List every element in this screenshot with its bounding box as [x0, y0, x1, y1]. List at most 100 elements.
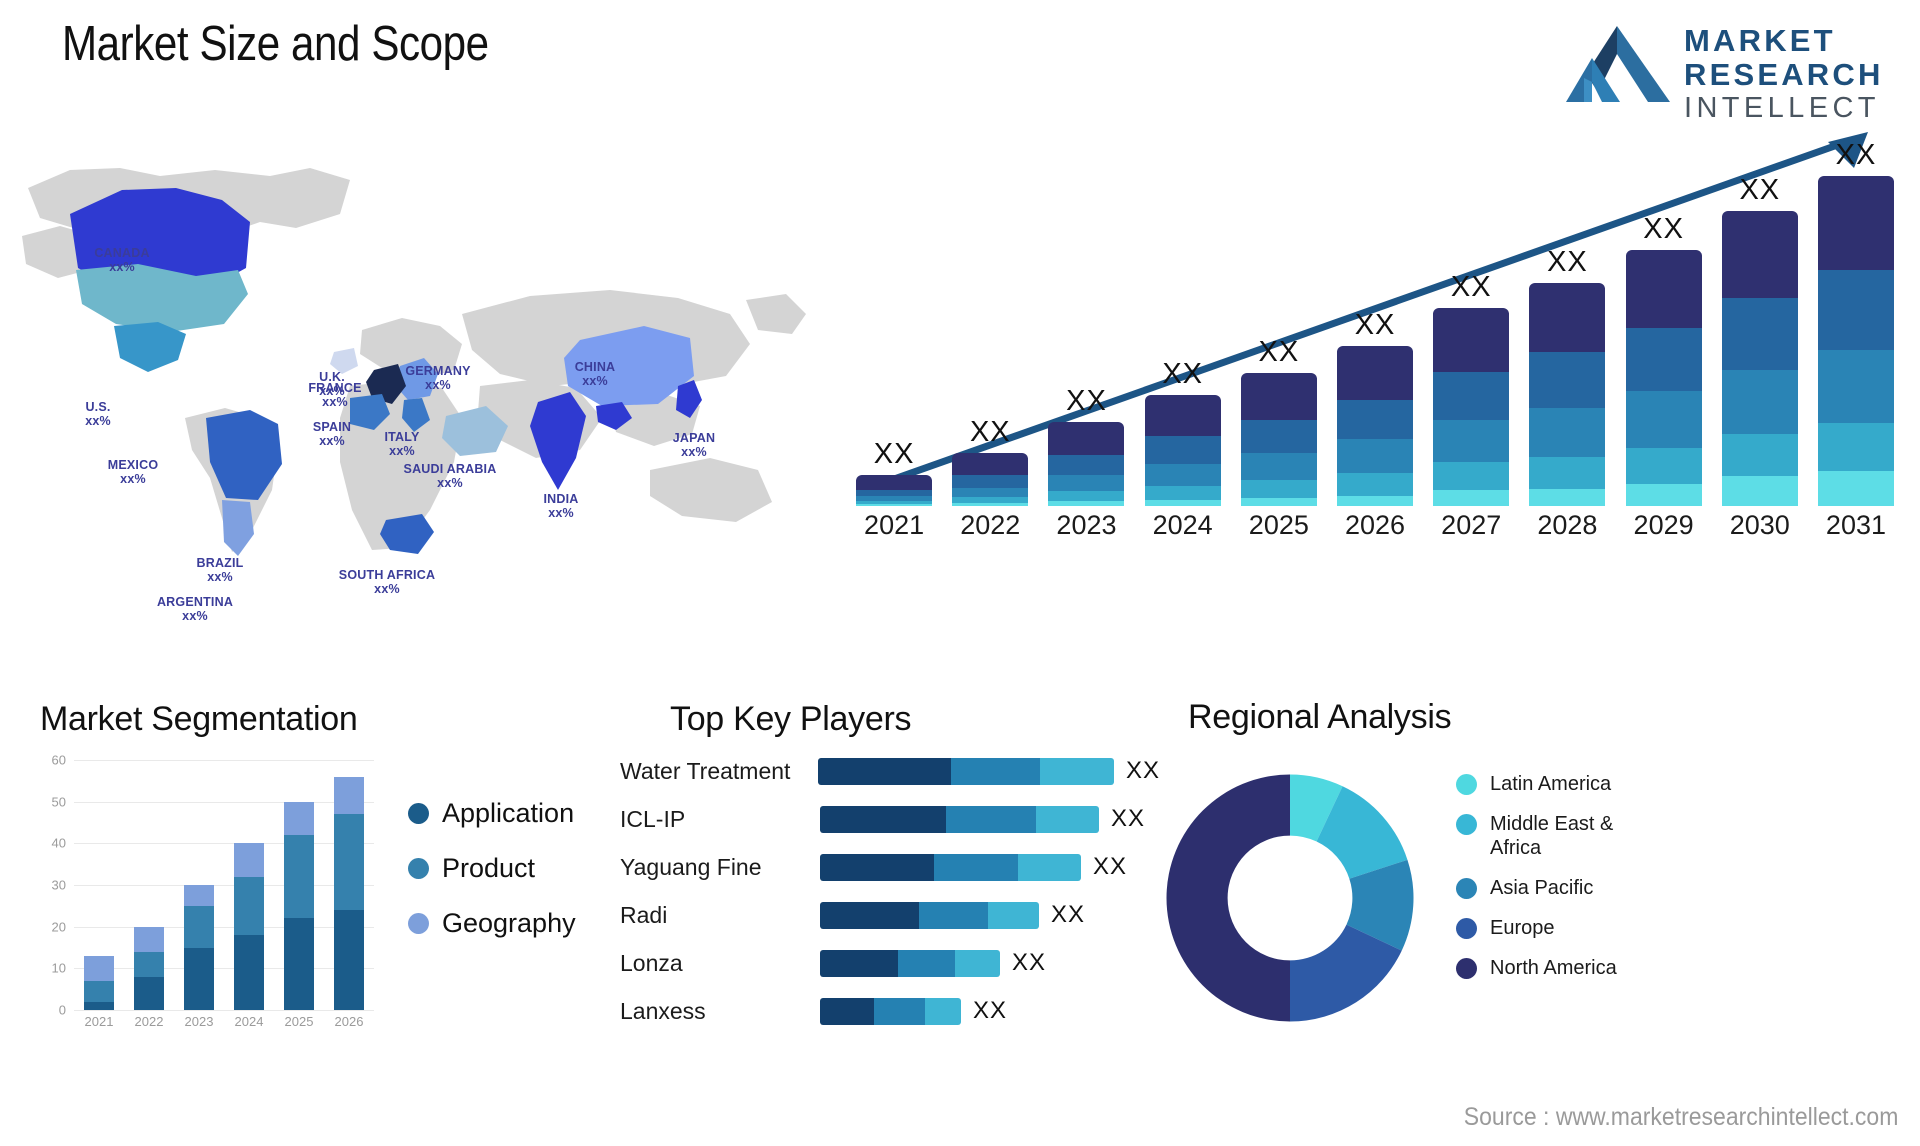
growth-bar — [1721, 210, 1798, 506]
map-label-name: GERMANY — [405, 364, 471, 378]
map-label-value: xx% — [681, 445, 707, 459]
player-bar — [820, 805, 1099, 833]
map-label-value: xx% — [548, 506, 574, 520]
growth-bar-segment — [952, 487, 1029, 497]
player-value: XX — [973, 997, 1008, 1024]
growth-bar-segment — [1337, 473, 1414, 496]
growth-x-label: 2025 — [1248, 510, 1309, 540]
segmentation-bar-segment — [134, 951, 164, 977]
segmentation-legend-item: Product — [408, 853, 576, 884]
growth-x-label: 2023 — [1056, 510, 1117, 540]
map-label-value: xx% — [85, 414, 111, 428]
brand-logo: MARKET RESEARCH INTELLECT — [1562, 18, 1892, 124]
player-bar-segment — [817, 757, 951, 785]
growth-bar-segment — [1144, 463, 1221, 486]
player-bar-segment — [946, 805, 1036, 833]
map-label-value: xx% — [319, 434, 345, 448]
growth-bar-value: XX — [873, 438, 915, 471]
map-label-saudi-arabia: SAUDI ARABIA xx% — [404, 462, 497, 490]
growth-x-label: 2027 — [1441, 510, 1502, 540]
player-bar-segment — [820, 805, 946, 833]
player-bar-segment — [950, 757, 1040, 785]
player-bar-segment — [1036, 805, 1099, 833]
map-label-value: xx% — [182, 609, 208, 623]
regional-analysis-chart: Latin America Middle East & Africa Asia Pa… — [1160, 750, 1910, 1090]
growth-bar-segment — [1529, 282, 1606, 353]
growth-bar-segment — [1817, 176, 1894, 271]
segmentation-bar-segment — [234, 843, 264, 877]
regional-legend-item: Middle East & Africa — [1456, 812, 1650, 860]
segmentation-bar-segment — [184, 905, 214, 948]
player-name: ICL-IP — [620, 805, 686, 832]
growth-bar-segment — [1048, 490, 1125, 501]
player-name: Radi — [620, 901, 668, 928]
growth-bar — [1433, 308, 1510, 506]
growth-bar-segment — [1721, 210, 1798, 298]
segmentation-bar-segment — [84, 1001, 114, 1010]
segmentation-x-label: 2025 — [284, 1014, 314, 1029]
player-row: ICL-IP XX — [620, 798, 1160, 840]
segmentation-y-tick: 30 — [51, 877, 66, 893]
growth-bar-column: XX — [1423, 271, 1519, 506]
player-name: Lonza — [620, 949, 683, 976]
growth-bar-column: XX — [1519, 246, 1615, 506]
segmentation-legend: Application Product Geography — [408, 798, 576, 963]
segmentation-bar — [284, 801, 314, 1010]
logo-line-research: RESEARCH — [1684, 57, 1884, 92]
growth-x-label: 2030 — [1729, 510, 1790, 540]
growth-bar-segment — [1433, 371, 1510, 420]
regional-legend-label: Middle East & Africa — [1490, 813, 1614, 859]
segmentation-bar-column — [274, 760, 324, 1010]
map-label-brazil: BRAZIL xx% — [196, 556, 243, 584]
player-row: Lanxess XX — [620, 990, 1160, 1032]
growth-bar-segment — [1240, 480, 1317, 498]
segmentation-y-tick: 10 — [51, 960, 66, 976]
player-bar-segment — [988, 901, 1039, 929]
infographic-root: Market Size and Scope MARKET RESEARCH IN… — [0, 0, 1920, 1146]
player-bar — [820, 949, 1000, 977]
growth-bar-segment — [1240, 452, 1317, 481]
map-label-u-s-: U.S. xx% — [85, 400, 111, 428]
growth-bar — [952, 452, 1029, 506]
player-row: Radi XX — [620, 894, 1160, 936]
growth-bar-segment — [1048, 421, 1125, 455]
growth-bar-segment — [952, 475, 1029, 488]
growth-bar-segment — [1240, 419, 1317, 453]
map-label-germany: GERMANY xx% — [405, 364, 470, 392]
growth-bar-value: XX — [1643, 212, 1684, 245]
segmentation-bar-segment — [334, 776, 364, 815]
legend-dot-icon — [1456, 774, 1477, 795]
growth-bar-segment — [1625, 327, 1702, 392]
map-label-name: SPAIN — [312, 420, 352, 434]
segmentation-legend-item: Geography — [408, 908, 576, 939]
legend-dot-icon — [1456, 878, 1477, 899]
growth-bar-segment — [1817, 270, 1894, 351]
legend-dot-icon — [408, 803, 429, 824]
map-label-china: CHINA xx% — [575, 360, 616, 388]
segmentation-x-axis: 2021 2022 2023 2024 2025 2026 — [74, 1014, 374, 1029]
market-segmentation-title: Market Segmentation — [40, 700, 358, 738]
growth-x-label: 2024 — [1152, 510, 1213, 540]
map-label-japan: JAPAN xx% — [673, 431, 715, 459]
growth-bar-segment — [1721, 476, 1798, 506]
regional-legend-item: North America — [1456, 956, 1650, 980]
segmentation-bar — [134, 926, 164, 1010]
map-label-value: xx% — [322, 395, 348, 409]
growth-bar-segment — [1433, 419, 1510, 462]
segmentation-x-label: 2021 — [84, 1014, 114, 1029]
growth-x-label: 2022 — [960, 510, 1021, 540]
player-row: Yaguang Fine XX — [620, 846, 1160, 888]
player-bar-segment — [1039, 757, 1114, 785]
growth-x-label: 2031 — [1825, 510, 1886, 540]
map-label-value: xx% — [425, 378, 451, 392]
segmentation-bar-column — [124, 760, 174, 1010]
segmentation-bar-segment — [284, 801, 314, 835]
map-label-name: CANADA — [94, 246, 150, 260]
segmentation-bar-segment — [234, 935, 264, 1010]
growth-bar-segment — [1144, 485, 1221, 500]
map-label-value: xx% — [109, 260, 135, 274]
growth-x-label: 2028 — [1537, 510, 1598, 540]
segmentation-bar-segment — [234, 876, 264, 935]
growth-forecast-chart: XX XX XX XX XX XX XX XX XX XX XX 2021 2022 2023 2024 2… — [828, 120, 1908, 550]
logo-line-market: MARKET — [1684, 23, 1836, 58]
